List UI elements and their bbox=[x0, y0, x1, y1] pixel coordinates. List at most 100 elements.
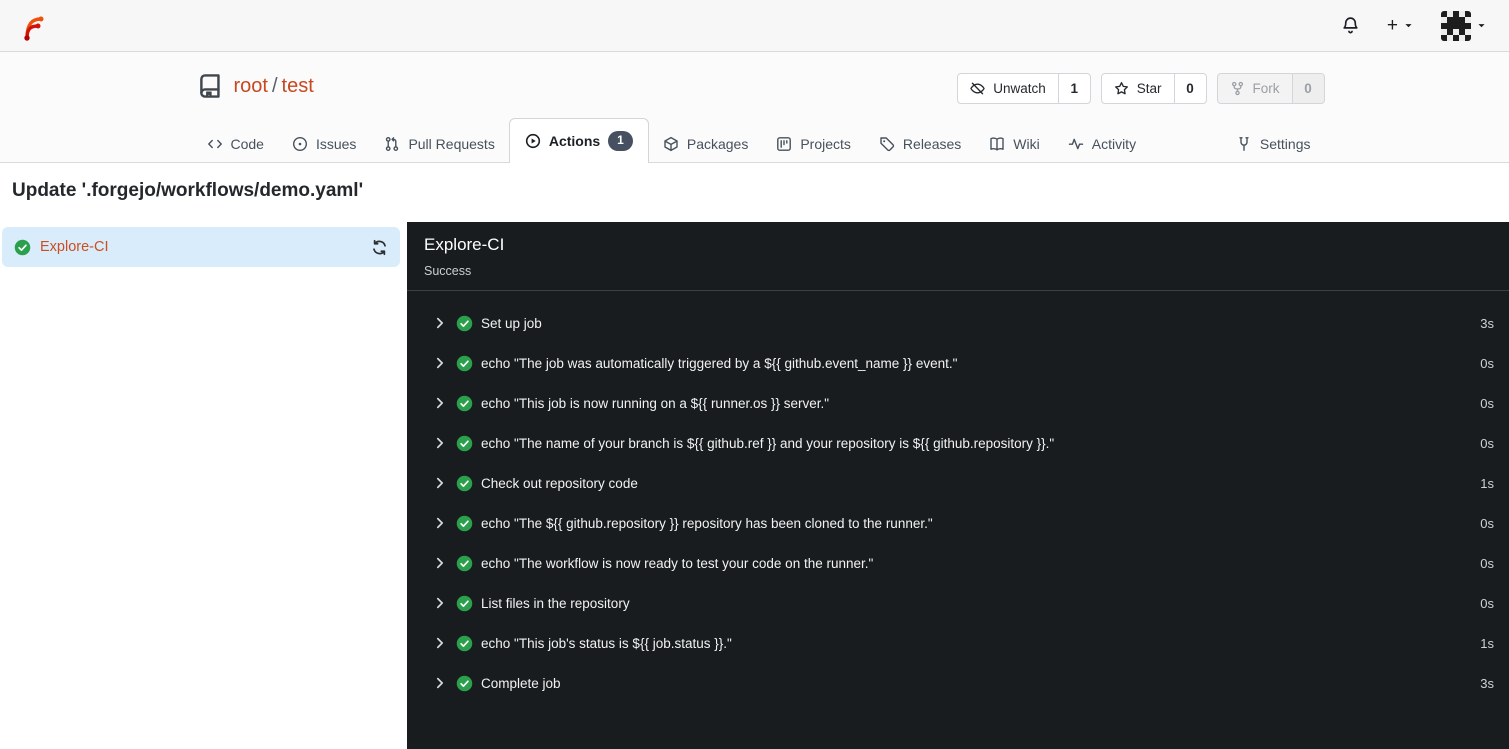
repo-tab[interactable]: Packages bbox=[649, 124, 762, 163]
chevron-right-icon[interactable] bbox=[433, 676, 447, 690]
step-row[interactable]: echo "This job's status is ${{ job.statu… bbox=[407, 623, 1509, 663]
step-duration: 0s bbox=[1480, 355, 1494, 371]
step-success-icon bbox=[456, 475, 473, 492]
step-row[interactable]: echo "The job was automatically triggere… bbox=[407, 343, 1509, 383]
chevron-right-icon[interactable] bbox=[433, 436, 447, 450]
workflow-run-title: Update '.forgejo/workflows/demo.yaml' bbox=[12, 180, 364, 201]
button-count[interactable]: 0 bbox=[1291, 74, 1324, 103]
caret-down-icon bbox=[1403, 20, 1414, 31]
repo-tab[interactable]: Code bbox=[193, 124, 278, 163]
tab-label: Actions bbox=[548, 133, 601, 150]
chevron-right-icon[interactable] bbox=[433, 516, 447, 530]
repo-tab[interactable]: Activity bbox=[1054, 124, 1150, 163]
button-count[interactable]: 0 bbox=[1173, 74, 1206, 103]
chevron-right-icon[interactable] bbox=[433, 316, 447, 330]
star-icon bbox=[1114, 81, 1129, 96]
create-new-menu[interactable]: + bbox=[1387, 16, 1414, 35]
eye-slash-icon bbox=[970, 81, 985, 96]
step-row[interactable]: echo "The workflow is now ready to test … bbox=[407, 543, 1509, 583]
repo-tab[interactable]: Releases bbox=[865, 124, 975, 163]
chevron-right-icon[interactable] bbox=[433, 356, 447, 370]
step-duration: 0s bbox=[1480, 555, 1494, 571]
plus-icon: + bbox=[1386, 15, 1398, 36]
step-list: Set up job 3s echo "The job was automati… bbox=[407, 291, 1509, 703]
tab-label: Issues bbox=[315, 136, 357, 152]
chevron-right-icon[interactable] bbox=[433, 556, 447, 570]
step-row[interactable]: Set up job 3s bbox=[407, 303, 1509, 343]
repo-path-separator: / bbox=[271, 74, 278, 97]
button-label: Star bbox=[1136, 81, 1162, 96]
actions-icon bbox=[525, 133, 541, 149]
step-duration: 0s bbox=[1480, 435, 1494, 451]
rerun-job-icon[interactable] bbox=[371, 239, 388, 256]
step-name: echo "This job is now running on a ${{ r… bbox=[481, 395, 830, 411]
tab-label: Pull Requests bbox=[408, 136, 495, 152]
repo-tab[interactable]: Issues bbox=[278, 124, 370, 163]
tab-label: Packages bbox=[686, 136, 749, 152]
caret-down-icon bbox=[1476, 20, 1487, 31]
tab-label: Releases bbox=[902, 136, 962, 152]
step-name: echo "The job was automatically triggere… bbox=[481, 355, 958, 371]
repo-tab[interactable]: Actions 1 bbox=[508, 118, 649, 163]
step-row[interactable]: echo "This job is now running on a ${{ r… bbox=[407, 383, 1509, 423]
step-name: Check out repository code bbox=[481, 475, 638, 491]
repo-action-buttons: Unwatch 1 Star 0 Fork 0 bbox=[957, 73, 1325, 104]
chevron-right-icon[interactable] bbox=[433, 396, 447, 410]
repo-tab[interactable]: Pull Requests bbox=[370, 124, 508, 163]
step-name: echo "The ${{ github.repository }} repos… bbox=[481, 515, 933, 531]
step-duration: 0s bbox=[1480, 515, 1494, 531]
job-name: Explore-CI bbox=[40, 239, 109, 255]
step-row[interactable]: Check out repository code 1s bbox=[407, 463, 1509, 503]
step-name: Complete job bbox=[481, 675, 561, 691]
repo-action-button[interactable]: Fork 0 bbox=[1216, 73, 1325, 104]
step-success-icon bbox=[456, 435, 473, 452]
fork-icon bbox=[1230, 81, 1245, 96]
tab-label: Code bbox=[230, 136, 264, 152]
job-list-item[interactable]: Explore-CI bbox=[2, 227, 400, 267]
step-duration: 0s bbox=[1480, 595, 1494, 611]
step-duration: 0s bbox=[1480, 395, 1494, 411]
step-row[interactable]: Complete job 3s bbox=[407, 663, 1509, 703]
package-icon bbox=[663, 136, 679, 152]
notifications-bell-icon[interactable] bbox=[1341, 16, 1360, 35]
repo-tabs: Code Issues Pull Requests Actions 1 Pack… bbox=[193, 118, 1325, 163]
step-success-icon bbox=[456, 675, 473, 692]
forgejo-logo[interactable] bbox=[16, 10, 48, 42]
job-title: Explore-CI bbox=[424, 235, 505, 254]
step-success-icon bbox=[456, 635, 473, 652]
step-row[interactable]: echo "The name of your branch is ${{ git… bbox=[407, 423, 1509, 463]
step-name: echo "The name of your branch is ${{ git… bbox=[481, 435, 1055, 451]
job-status-text: Success bbox=[424, 264, 472, 278]
step-duration: 3s bbox=[1480, 675, 1494, 691]
repo-action-button[interactable]: Star 0 bbox=[1100, 73, 1207, 104]
repo-header: root / test Unwatch 1 Star 0 Fork 0 Code… bbox=[0, 52, 1509, 163]
step-duration: 1s bbox=[1480, 475, 1494, 491]
user-menu[interactable] bbox=[1441, 10, 1487, 41]
tab-label: Wiki bbox=[1013, 136, 1040, 152]
repo-owner-link[interactable]: root bbox=[234, 75, 268, 97]
run-content: Explore-CI Explore-CI Success Set up job… bbox=[0, 222, 1509, 749]
step-row[interactable]: List files in the repository 0s bbox=[407, 583, 1509, 623]
button-count[interactable]: 1 bbox=[1057, 74, 1090, 103]
step-success-icon bbox=[456, 395, 473, 412]
job-success-icon bbox=[14, 239, 31, 256]
chevron-right-icon[interactable] bbox=[433, 596, 447, 610]
tag-icon bbox=[879, 136, 895, 152]
repo-tab[interactable]: Wiki bbox=[975, 124, 1053, 163]
run-title-bar: Update '.forgejo/workflows/demo.yaml' bbox=[0, 163, 1509, 222]
repo-tab[interactable]: Projects bbox=[762, 124, 865, 163]
code-icon bbox=[207, 136, 223, 152]
step-success-icon bbox=[456, 515, 473, 532]
tab-label: Projects bbox=[800, 136, 851, 152]
repo-action-button[interactable]: Unwatch 1 bbox=[957, 73, 1091, 104]
activity-icon bbox=[1068, 136, 1084, 152]
pull-request-icon bbox=[384, 136, 400, 152]
step-duration: 3s bbox=[1480, 315, 1494, 331]
repo-tab[interactable]: Settings bbox=[1222, 124, 1325, 163]
issue-icon bbox=[292, 136, 308, 152]
step-row[interactable]: echo "The ${{ github.repository }} repos… bbox=[407, 503, 1509, 543]
chevron-right-icon[interactable] bbox=[433, 476, 447, 490]
project-icon bbox=[776, 136, 792, 152]
chevron-right-icon[interactable] bbox=[433, 636, 447, 650]
repo-name-link[interactable]: test bbox=[282, 75, 314, 97]
